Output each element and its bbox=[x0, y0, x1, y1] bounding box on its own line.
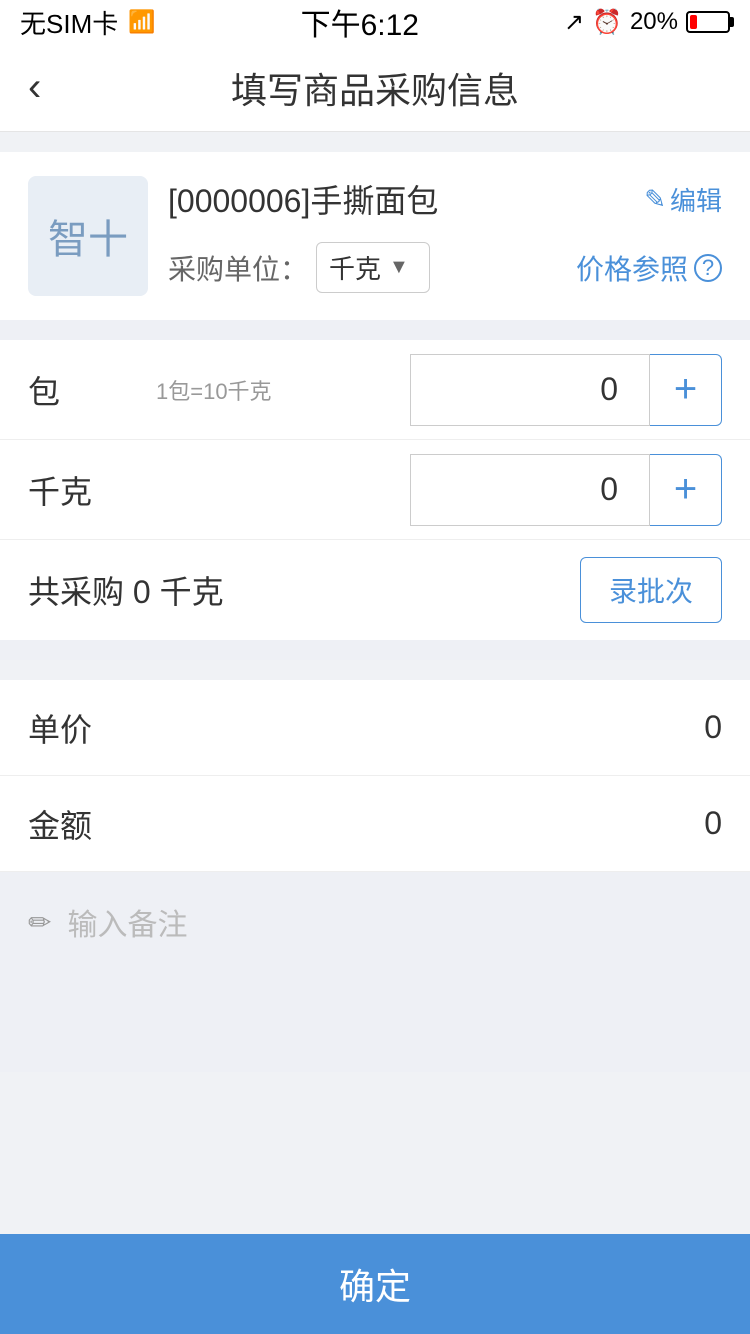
section-divider-2 bbox=[0, 640, 750, 660]
alarm-icon: ⏰ bbox=[592, 8, 622, 37]
total-text: 共采购 0 千克 bbox=[28, 567, 224, 613]
kg-input[interactable] bbox=[410, 454, 650, 526]
product-title: 手撕面包 bbox=[310, 183, 438, 219]
total-label: 共采购 bbox=[28, 574, 124, 610]
batch-button[interactable]: 录批次 bbox=[580, 557, 722, 623]
edit-label: 编辑 bbox=[670, 181, 722, 218]
battery-icon bbox=[686, 11, 730, 33]
carrier-text: 无SIM卡 bbox=[20, 4, 118, 41]
total-unit: 千克 bbox=[160, 574, 224, 610]
unit-select[interactable]: 千克 ▼ bbox=[316, 242, 430, 293]
notes-section[interactable]: ✏ 输入备注 bbox=[0, 872, 750, 1072]
amount-row: 金额 0 bbox=[0, 776, 750, 872]
confirm-button-label: 确定 bbox=[339, 1258, 411, 1310]
notes-placeholder: 输入备注 bbox=[67, 900, 187, 944]
bao-plus-button[interactable]: + bbox=[650, 354, 722, 426]
notes-input-row: ✏ 输入备注 bbox=[28, 900, 722, 944]
status-left: 无SIM卡 📶 bbox=[20, 4, 156, 41]
unit-price-value: 0 bbox=[704, 709, 722, 746]
bao-input[interactable] bbox=[410, 354, 650, 426]
nav-bar: ‹ 填写商品采购信息 bbox=[0, 44, 750, 132]
bao-row: 包 1包=10千克 + bbox=[0, 340, 750, 440]
battery-fill bbox=[690, 15, 697, 29]
wifi-icon: 📶 bbox=[128, 9, 155, 35]
total-amount: 0 bbox=[133, 574, 151, 610]
battery-percent: 20% bbox=[630, 8, 678, 36]
product-name-row: [0000006]手撕面包 ✎ 编辑 bbox=[168, 176, 722, 222]
pencil-icon: ✏ bbox=[28, 906, 51, 939]
help-icon: ? bbox=[694, 254, 722, 282]
bao-label: 包 bbox=[28, 367, 148, 413]
unit-price-row: 单价 0 bbox=[0, 680, 750, 776]
amount-label: 金额 bbox=[28, 801, 92, 847]
total-row: 共采购 0 千克 录批次 bbox=[0, 540, 750, 640]
unit-price-label: 单价 bbox=[28, 705, 92, 751]
kg-input-group: + bbox=[410, 454, 722, 526]
product-info: [0000006]手撕面包 ✎ 编辑 采购单位： 千克 ▼ 价格参照 ? bbox=[168, 176, 722, 293]
edit-icon: ✎ bbox=[644, 184, 666, 215]
quantity-form: 包 1包=10千克 + 千克 + 共采购 0 千克 录批次 bbox=[0, 340, 750, 640]
product-id: [0000006] bbox=[168, 183, 310, 219]
bao-sublabel: 1包=10千克 bbox=[156, 374, 272, 406]
confirm-button[interactable]: 确定 bbox=[0, 1234, 750, 1334]
price-section: 单价 0 金额 0 bbox=[0, 680, 750, 872]
price-ref-label: 价格参照 bbox=[576, 248, 688, 288]
status-right: ↗ ⏰ 20% bbox=[564, 8, 730, 37]
product-card: 智十 [0000006]手撕面包 ✎ 编辑 采购单位： 千克 ▼ 价格参照 ? bbox=[0, 152, 750, 320]
product-image: 智十 bbox=[28, 176, 148, 296]
bao-input-group: + bbox=[410, 354, 722, 426]
bottom-spacer bbox=[0, 1072, 750, 1172]
kg-row: 千克 + bbox=[0, 440, 750, 540]
unit-value: 千克 bbox=[329, 249, 381, 286]
status-bar: 无SIM卡 📶 下午6:12 ↗ ⏰ 20% bbox=[0, 0, 750, 44]
edit-button[interactable]: ✎ 编辑 bbox=[644, 181, 722, 218]
page-title: 填写商品采购信息 bbox=[231, 62, 519, 114]
product-unit-row: 采购单位： 千克 ▼ 价格参照 ? bbox=[168, 242, 722, 293]
back-button[interactable]: ‹ bbox=[28, 65, 41, 110]
price-ref-button[interactable]: 价格参照 ? bbox=[576, 248, 722, 288]
kg-plus-button[interactable]: + bbox=[650, 454, 722, 526]
section-divider-1 bbox=[0, 320, 750, 340]
unit-dropdown-arrow: ▼ bbox=[389, 256, 409, 279]
location-icon: ↗ bbox=[564, 8, 584, 37]
kg-label: 千克 bbox=[28, 467, 148, 513]
amount-value: 0 bbox=[704, 805, 722, 842]
status-time: 下午6:12 bbox=[301, 0, 419, 44]
product-logo: 智十 bbox=[48, 207, 128, 265]
unit-label: 采购单位： bbox=[168, 248, 308, 288]
product-name: [0000006]手撕面包 bbox=[168, 176, 438, 222]
